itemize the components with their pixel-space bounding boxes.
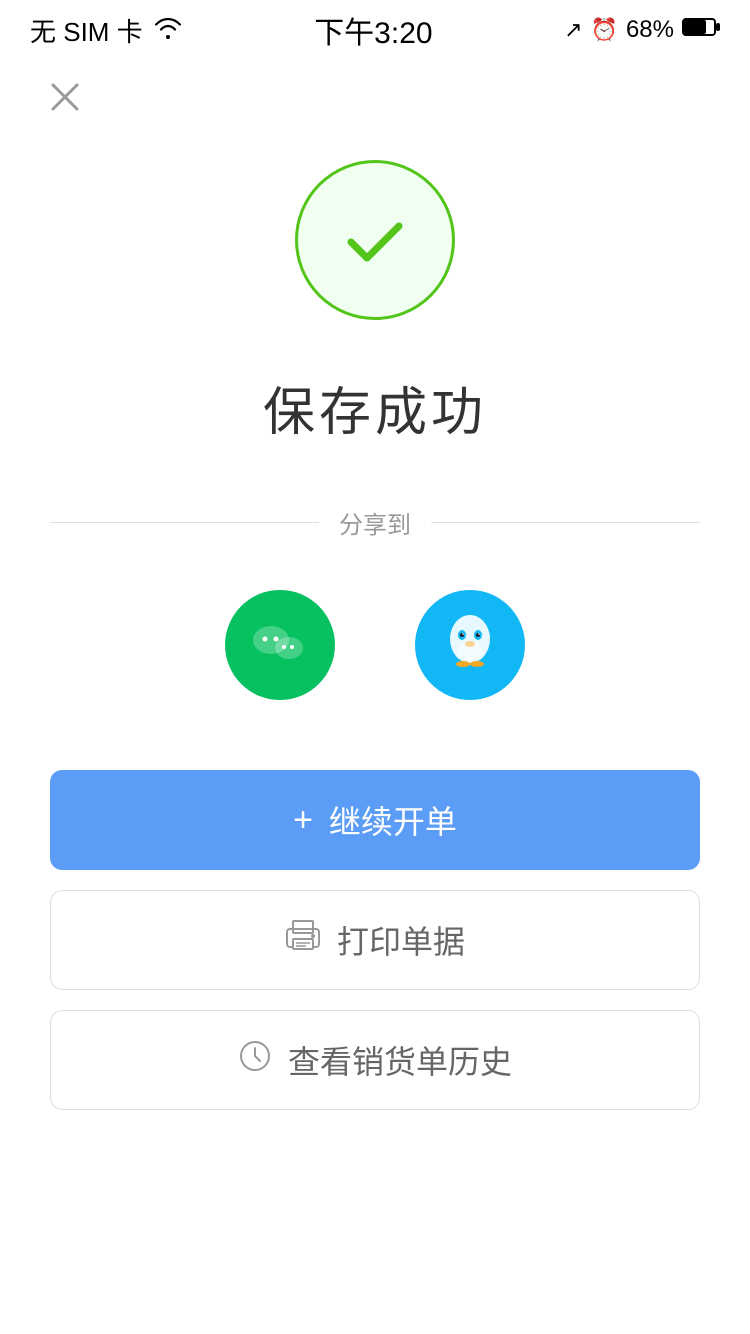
divider-left	[50, 522, 319, 523]
location-icon: ↗	[564, 17, 582, 43]
share-qq-button[interactable]	[415, 590, 525, 700]
close-button[interactable]	[40, 72, 90, 122]
status-left: 无 SIM 卡	[30, 12, 183, 49]
share-label: 分享到	[339, 505, 411, 540]
battery-text: 68%	[626, 16, 674, 44]
alarm-icon: ⏰	[591, 17, 618, 43]
action-buttons: + 继续开单 打印单据	[0, 770, 750, 1110]
print-button[interactable]: 打印单据	[50, 890, 700, 990]
history-button[interactable]: 查看销货单历史	[50, 1010, 700, 1110]
status-time: 下午3:20	[314, 8, 432, 52]
share-wechat-button[interactable]	[225, 590, 335, 700]
continue-icon: +	[293, 801, 313, 840]
status-bar: 无 SIM 卡 下午3:20 ↗ ⏰ 68%	[0, 0, 750, 60]
status-right: ↗ ⏰ 68%	[564, 16, 720, 44]
battery-icon	[682, 16, 720, 44]
wifi-icon	[153, 15, 183, 46]
share-icons	[225, 590, 525, 700]
history-label: 查看销货单历史	[288, 1037, 512, 1083]
divider-right	[431, 522, 700, 523]
success-icon	[295, 160, 455, 320]
history-icon	[238, 1039, 272, 1081]
share-section: 分享到	[0, 505, 750, 540]
continue-button[interactable]: + 继续开单	[50, 770, 700, 870]
main-content: 保存成功 分享到	[0, 60, 750, 1110]
print-icon	[285, 919, 321, 961]
success-title: 保存成功	[263, 370, 487, 445]
sim-text: 无 SIM 卡	[30, 12, 143, 49]
print-label: 打印单据	[337, 917, 465, 963]
continue-label: 继续开单	[329, 797, 457, 843]
share-divider: 分享到	[50, 505, 700, 540]
